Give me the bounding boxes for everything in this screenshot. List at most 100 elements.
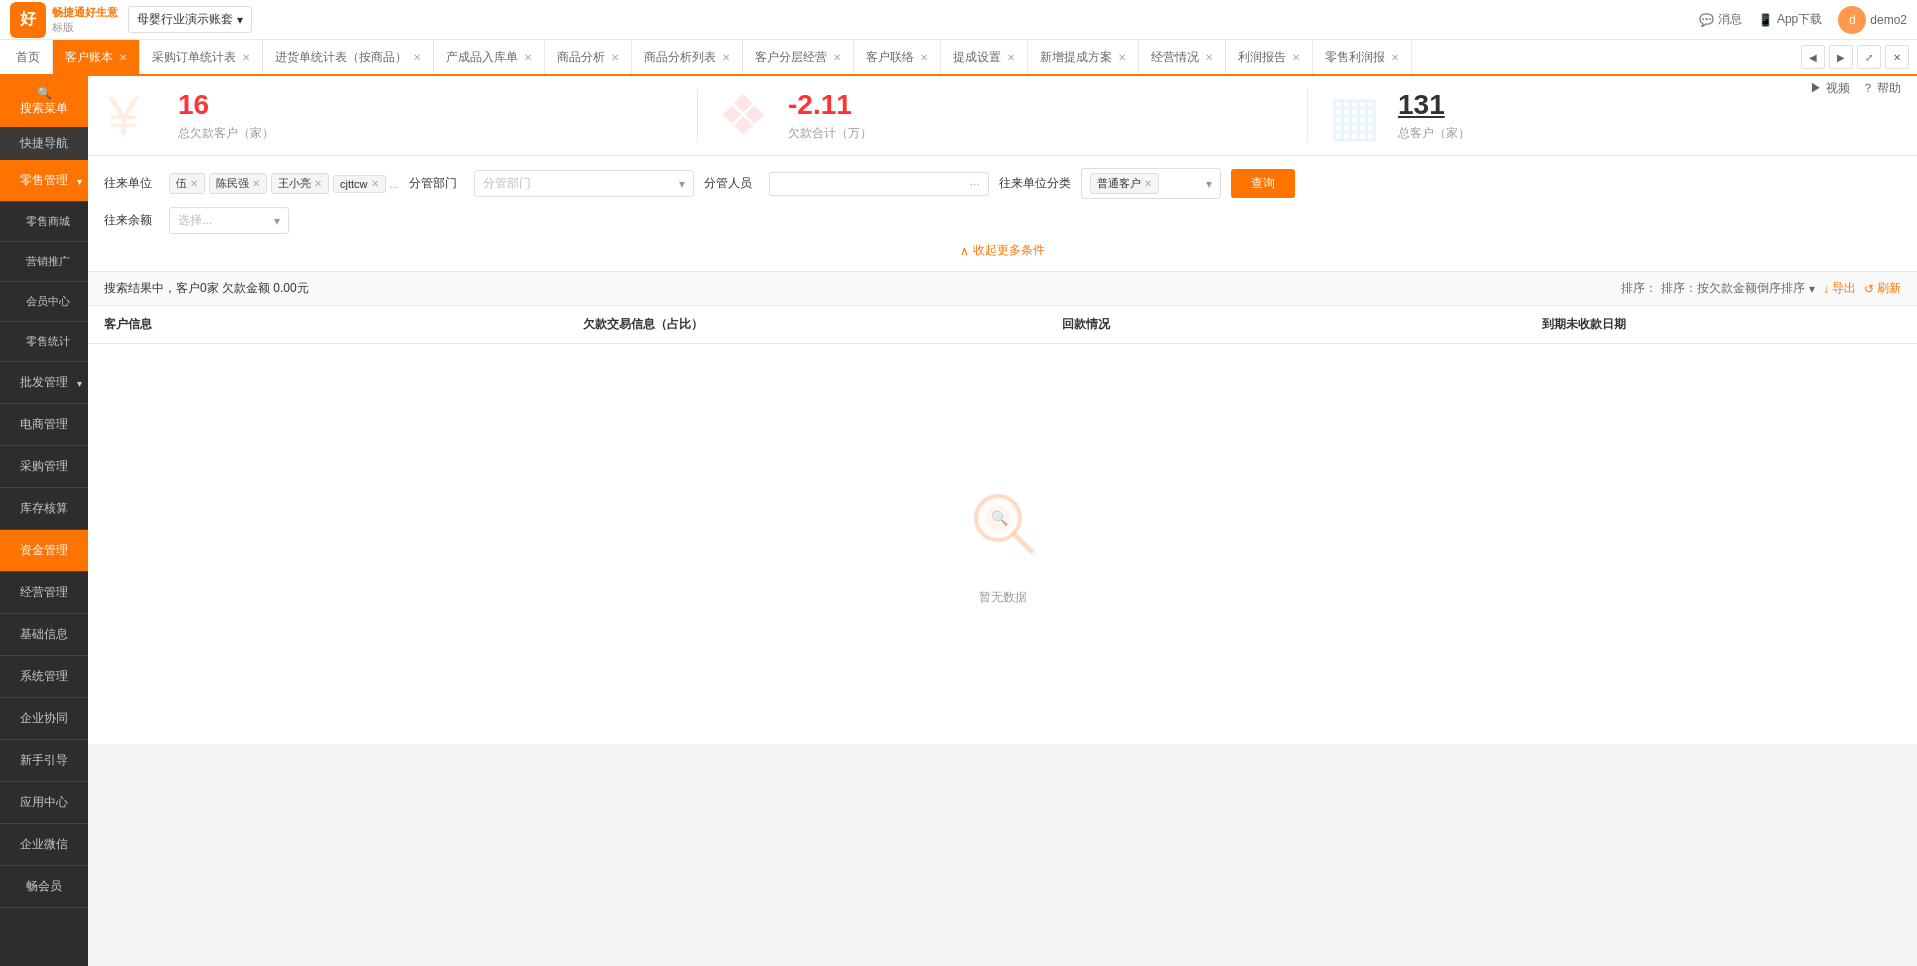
messages-btn[interactable]: 💬 消息 [1699, 11, 1742, 28]
balance-select[interactable]: 选择... ▾ [169, 207, 289, 234]
sidebar-item-app-center[interactable]: 应用中心 [0, 782, 88, 824]
tab-close-icon[interactable]: ✕ [722, 52, 730, 63]
app-download-btn[interactable]: 📱 App下载 [1758, 11, 1822, 28]
filter-tag-cjttcw: cjttcw ✕ [333, 175, 386, 193]
stat-total-customers: ¥ 16 总欠款客户（家） [88, 89, 698, 142]
tab-close-icon[interactable]: ✕ [1292, 52, 1300, 63]
tag-remove-wang[interactable]: ✕ [314, 178, 322, 189]
expand-icon: ▾ [77, 377, 82, 388]
tab-controls: ◀ ▶ ⤢ ✕ [1801, 45, 1913, 69]
user-avatar[interactable]: d demo2 [1838, 6, 1907, 34]
sidebar-item-marketing[interactable]: 营销推广 [0, 242, 88, 282]
sidebar-item-operations[interactable]: 经营管理 [0, 572, 88, 614]
tag-remove-cjttcw[interactable]: ✕ [371, 178, 379, 189]
stat-number-clients: 131 [1398, 89, 1470, 121]
balance-label: 往来余额 [104, 212, 159, 229]
sidebar-search[interactable]: 🔍 搜索菜单 [0, 76, 88, 127]
tab-customer-contact[interactable]: 客户联络 ✕ [854, 40, 941, 75]
sidebar-item-finance[interactable]: 资金管理 [0, 530, 88, 572]
tab-close-all-btn[interactable]: ✕ [1885, 45, 1909, 69]
tab-customer-tier[interactable]: 客户分层经营 ✕ [743, 40, 854, 75]
tab-home[interactable]: 首页 [4, 40, 53, 75]
tab-close-icon[interactable]: ✕ [413, 52, 421, 63]
diamond-bg-icon: ❖ [718, 83, 768, 148]
tab-inbound-stats[interactable]: 进货单统计表（按商品） ✕ [263, 40, 434, 75]
results-actions: 排序： 排序：按欠款金额倒序排序 ▾ ↓ 导出 ↺ 刷新 [1621, 280, 1901, 297]
tab-bar: 首页 客户账本 ✕ 采购订单统计表 ✕ 进货单统计表（按商品） ✕ 产成品入库单… [0, 40, 1917, 76]
sidebar-item-ecommerce[interactable]: 电商管理 [0, 404, 88, 446]
tab-close-icon[interactable]: ✕ [1118, 52, 1126, 63]
tab-profit-report[interactable]: 利润报告 ✕ [1226, 40, 1313, 75]
stats-bar: ▶ 视频 ？ 帮助 ¥ 16 总欠款客户（家） ❖ -2.11 [88, 76, 1917, 156]
filter-tag-regular: 普通客户 ✕ [1090, 173, 1159, 194]
tab-close-icon[interactable]: ✕ [920, 52, 928, 63]
person-label: 分管人员 [704, 175, 759, 192]
message-icon: 💬 [1699, 13, 1714, 27]
sidebar-item-retail-stats[interactable]: 零售统计 [0, 322, 88, 362]
sidebar-item-purchase[interactable]: 采购管理 [0, 446, 88, 488]
tab-retail-profit[interactable]: 零售利润报 ✕ [1313, 40, 1412, 75]
refresh-btn[interactable]: ↺ 刷新 [1864, 280, 1901, 297]
tab-product-analysis-list[interactable]: 商品分析列表 ✕ [632, 40, 743, 75]
sidebar-item-vip[interactable]: 畅会员 [0, 866, 88, 908]
table-container: 客户信息 欠款交易信息（占比） 回款情况 到期未收款日期 🔍 暂无数据 [88, 306, 1917, 744]
query-button[interactable]: 查询 [1231, 169, 1295, 198]
tab-add-commission[interactable]: 新增提成方案 ✕ [1028, 40, 1139, 75]
tab-right-btn[interactable]: ▶ [1829, 45, 1853, 69]
tab-close-icon[interactable]: ✕ [611, 52, 619, 63]
dept-select[interactable]: 分管部门 ▾ [474, 170, 694, 197]
tab-customer-ledger[interactable]: 客户账本 ✕ [53, 40, 140, 75]
sidebar-item-guide[interactable]: 新手引导 [0, 740, 88, 782]
tab-finished-goods[interactable]: 产成品入库单 ✕ [434, 40, 545, 75]
sidebar-item-inventory[interactable]: 库存核算 [0, 488, 88, 530]
system-select[interactable]: 母婴行业演示账套 ▾ [128, 6, 252, 33]
person-select[interactable]: ··· [769, 172, 989, 196]
sidebar-item-retail-mall[interactable]: 零售商城 [0, 202, 88, 242]
tag-remove-wu[interactable]: ✕ [190, 178, 198, 189]
tag-remove-chen[interactable]: ✕ [252, 178, 260, 189]
tab-close-icon[interactable]: ✕ [119, 52, 127, 63]
sidebar-item-basic[interactable]: 基础信息 [0, 614, 88, 656]
tab-close-icon[interactable]: ✕ [242, 52, 250, 63]
unit-type-label: 往来单位分类 [999, 175, 1071, 192]
unit-type-select[interactable]: 普通客户 ✕ ▾ [1081, 168, 1221, 199]
more-tags-btn[interactable]: ... [390, 178, 399, 190]
tab-operations[interactable]: 经营情况 ✕ [1139, 40, 1226, 75]
tag-remove-type[interactable]: ✕ [1144, 178, 1152, 189]
sidebar-item-wholesale[interactable]: 批发管理 ▾ [0, 362, 88, 404]
collapse-btn[interactable]: ∧ 收起更多条件 [960, 242, 1045, 259]
tab-close-icon[interactable]: ✕ [1007, 52, 1015, 63]
sidebar-item-system[interactable]: 系统管理 [0, 656, 88, 698]
search-icon: 🔍 [4, 86, 84, 100]
sidebar-item-retail[interactable]: 零售管理 ▾ [0, 160, 88, 202]
filter-tag-wang: 王小亮 ✕ [271, 173, 329, 194]
tab-close-icon[interactable]: ✕ [524, 52, 532, 63]
sidebar-item-member[interactable]: 会员中心 [0, 282, 88, 322]
filter-area: 往来单位 伍 ✕ 陈民强 ✕ 王小亮 ✕ cjttcw [88, 156, 1917, 272]
results-info: 搜索结果中，客户0家 欠款金额 0.00元 [104, 280, 309, 297]
tab-close-icon[interactable]: ✕ [1205, 52, 1213, 63]
tab-maximize-btn[interactable]: ⤢ [1857, 45, 1881, 69]
sidebar-quick-nav[interactable]: 快捷导航 [0, 127, 88, 160]
tab-close-icon[interactable]: ✕ [833, 52, 841, 63]
stat-label-clients: 总客户（家） [1398, 125, 1470, 142]
col-due-date: 到期未收款日期 [1542, 316, 1901, 333]
sidebar-item-enterprise-wechat[interactable]: 企业微信 [0, 824, 88, 866]
tab-left-btn[interactable]: ◀ [1801, 45, 1825, 69]
stat-total-clients: ▦ 131 总客户（家） [1308, 89, 1917, 142]
tab-commission-setting[interactable]: 提成设置 ✕ [941, 40, 1028, 75]
tab-purchase-order[interactable]: 采购订单统计表 ✕ [140, 40, 263, 75]
more-icon: ··· [970, 177, 980, 191]
tab-close-icon[interactable]: ✕ [1391, 52, 1399, 63]
chevron-down-icon: ▾ [274, 214, 280, 228]
sidebar-item-enterprise[interactable]: 企业协同 [0, 698, 88, 740]
export-btn[interactable]: ↓ 导出 [1823, 280, 1856, 297]
tab-product-analysis[interactable]: 商品分析 ✕ [545, 40, 632, 75]
filter-row-2: 往来余额 选择... ▾ [104, 207, 1901, 234]
stat-label-debt: 欠款合计（万） [788, 125, 872, 142]
sort-select[interactable]: 排序： 排序：按欠款金额倒序排序 ▾ [1621, 280, 1815, 297]
chevron-down-icon: ▾ [1809, 282, 1815, 296]
chevron-down-icon: ▾ [1206, 177, 1212, 191]
unit-tags: 伍 ✕ 陈民强 ✕ 王小亮 ✕ cjttcw ✕ ... [169, 173, 399, 194]
empty-illustration: 🔍 [963, 483, 1043, 577]
